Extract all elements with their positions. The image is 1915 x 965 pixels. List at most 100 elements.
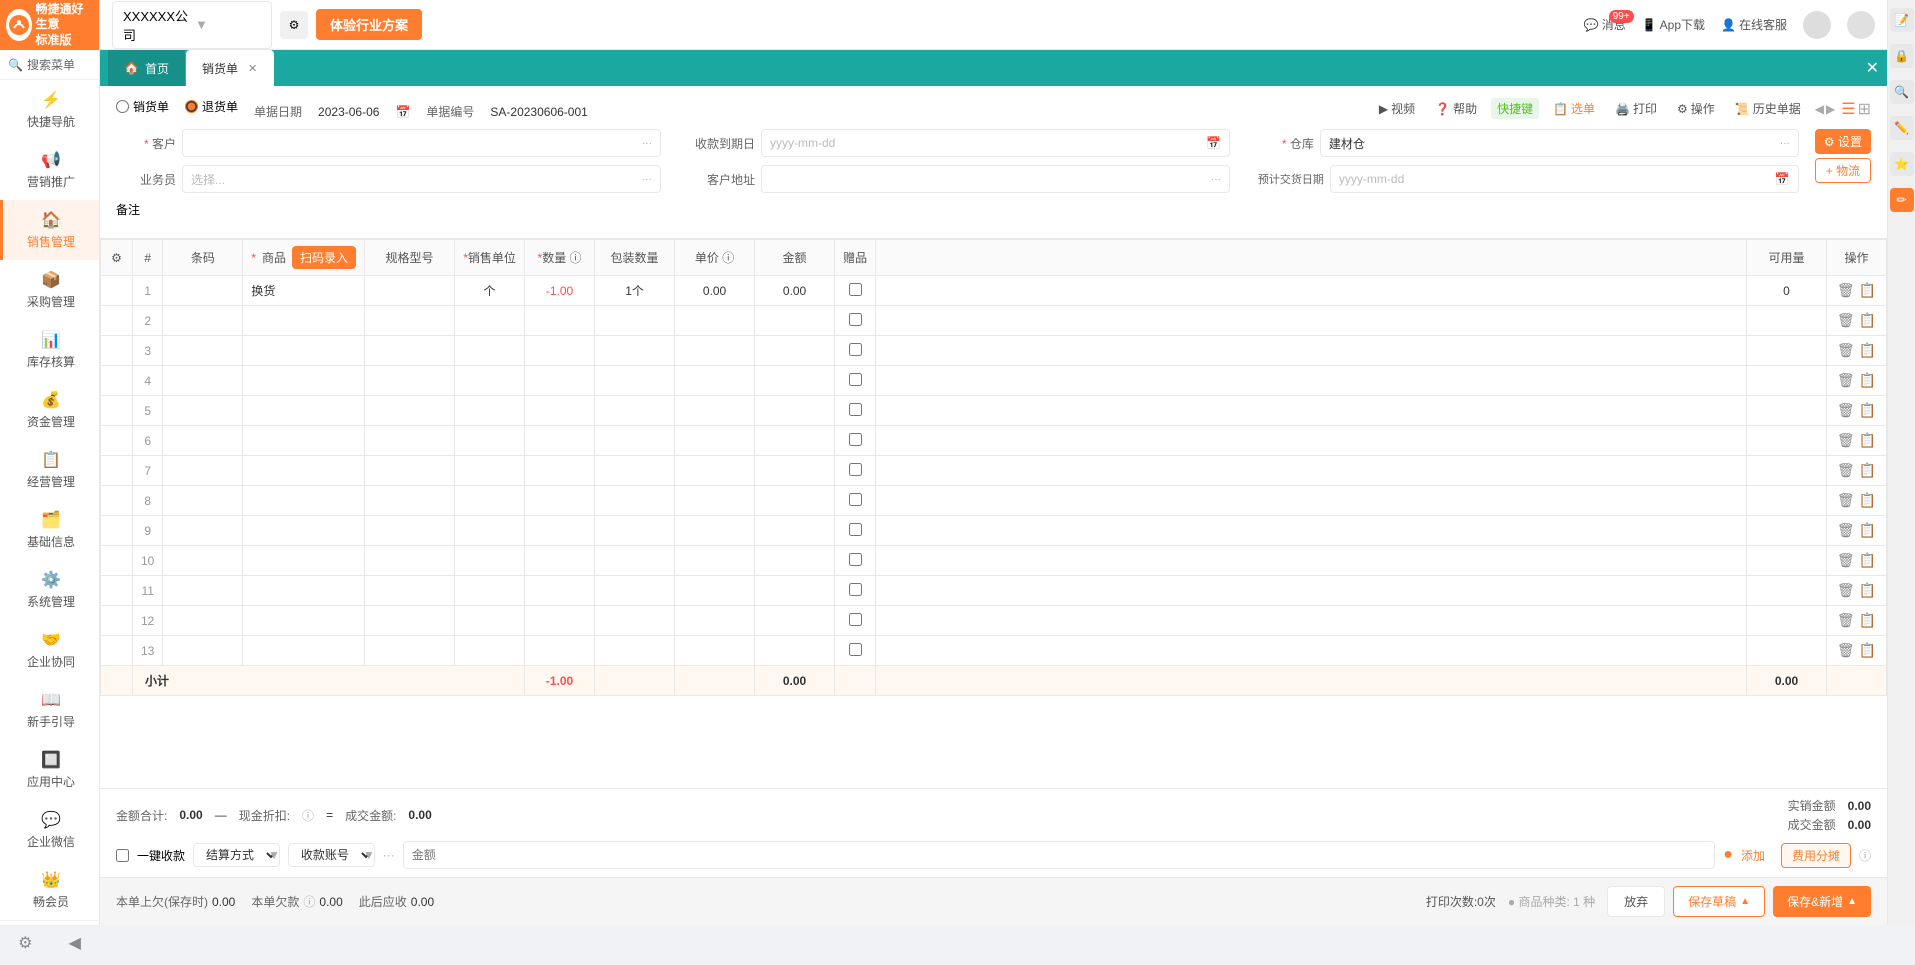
row-price-cell[interactable]: [675, 366, 755, 396]
row-barcode-cell[interactable]: [163, 606, 243, 636]
toolbar-shortcut[interactable]: 快捷键: [1491, 98, 1539, 119]
right-panel-btn-1[interactable]: 📝: [1890, 8, 1914, 32]
right-panel-btn-2[interactable]: 🔒: [1890, 44, 1914, 68]
row-unit-cell[interactable]: [455, 516, 525, 546]
row-product-cell[interactable]: [243, 456, 365, 486]
discard-button[interactable]: 放弃: [1607, 886, 1665, 917]
row-pkg-cell[interactable]: [595, 516, 675, 546]
row-unit-cell[interactable]: [455, 456, 525, 486]
user-avatar2[interactable]: [1847, 11, 1875, 39]
row-product-cell[interactable]: [243, 516, 365, 546]
row-price-cell[interactable]: [675, 456, 755, 486]
row-pkg-cell[interactable]: [595, 396, 675, 426]
row-unit-cell[interactable]: [455, 546, 525, 576]
sidebar-item-base[interactable]: 🗂️ 基础信息: [0, 500, 99, 560]
row-price-cell[interactable]: [675, 576, 755, 606]
copy-icon[interactable]: 📋: [1859, 372, 1876, 389]
row-pkg-cell[interactable]: [595, 636, 675, 666]
row-unit-cell[interactable]: [455, 306, 525, 336]
sidebar-item-finance[interactable]: 💰 资金管理: [0, 380, 99, 440]
copy-icon[interactable]: 📋: [1859, 312, 1876, 329]
copy-icon[interactable]: 📋: [1859, 402, 1876, 419]
row-product-cell[interactable]: [243, 426, 365, 456]
row-qty-cell[interactable]: [525, 426, 595, 456]
row-pkg-cell[interactable]: [595, 606, 675, 636]
delete-icon[interactable]: 🗑: [1837, 582, 1855, 599]
right-panel-btn-3[interactable]: 🔍: [1890, 80, 1914, 104]
right-panel-btn-6[interactable]: ✏: [1890, 188, 1914, 212]
row-barcode-cell[interactable]: [163, 486, 243, 516]
row-amount-cell[interactable]: [755, 336, 835, 366]
toolbar-help[interactable]: ❓ 帮助: [1429, 98, 1483, 119]
row-product-cell[interactable]: 换货: [243, 276, 365, 306]
row-product-cell[interactable]: [243, 576, 365, 606]
sidebar-collapse-icon[interactable]: ◀: [65, 929, 85, 957]
row-price-cell[interactable]: [675, 546, 755, 576]
copy-icon[interactable]: 📋: [1859, 642, 1876, 659]
row-qty-cell[interactable]: [525, 486, 595, 516]
tab-home[interactable]: 🏠 首页: [108, 50, 186, 86]
row-unit-cell[interactable]: [455, 636, 525, 666]
row-amount-cell[interactable]: [755, 576, 835, 606]
delete-icon[interactable]: 🗑: [1837, 552, 1855, 569]
row-barcode-cell[interactable]: [163, 306, 243, 336]
row-amount-cell[interactable]: [755, 606, 835, 636]
row-qty-cell[interactable]: [525, 576, 595, 606]
one-click-pay-checkbox[interactable]: [116, 849, 129, 862]
gift-checkbox[interactable]: [849, 283, 862, 296]
row-amount-cell[interactable]: [755, 516, 835, 546]
row-product-cell[interactable]: [243, 636, 365, 666]
row-pkg-cell[interactable]: [595, 576, 675, 606]
row-qty-cell[interactable]: [525, 636, 595, 666]
company-select[interactable]: XXXXXX公司 ▼: [112, 1, 272, 49]
message-button[interactable]: 💬 消息 99+: [1584, 16, 1626, 33]
gift-checkbox[interactable]: [849, 493, 862, 506]
toolbar-operations[interactable]: ⚙ 操作: [1671, 98, 1721, 119]
row-qty-cell[interactable]: [525, 516, 595, 546]
gift-checkbox[interactable]: [849, 613, 862, 626]
payment-amount-input[interactable]: [403, 841, 1715, 869]
sidebar-item-sales[interactable]: 🏠 销售管理: [0, 200, 99, 260]
row-qty-cell[interactable]: [525, 366, 595, 396]
row-unit-cell[interactable]: [455, 576, 525, 606]
row-spec-cell[interactable]: [365, 576, 455, 606]
save-draft-button[interactable]: 保存草稿 ▲: [1673, 886, 1765, 917]
prev-icon[interactable]: ◀: [1815, 102, 1824, 116]
next-icon[interactable]: ▶: [1826, 102, 1835, 116]
row-price-cell[interactable]: [675, 396, 755, 426]
row-barcode-cell[interactable]: [163, 456, 243, 486]
copy-icon[interactable]: 📋: [1859, 552, 1876, 569]
row-product-cell[interactable]: [243, 366, 365, 396]
row-qty-cell[interactable]: [525, 396, 595, 426]
row-amount-cell[interactable]: [755, 396, 835, 426]
sidebar-item-operation[interactable]: 📋 经营管理: [0, 440, 99, 500]
save-new-button[interactable]: 保存&新增 ▲: [1773, 886, 1871, 917]
row-amount-cell[interactable]: [755, 456, 835, 486]
close-all-tabs[interactable]: ✕: [1866, 58, 1879, 78]
expected-date-input[interactable]: yyyy-mm-dd 📅: [1330, 165, 1799, 193]
grid-view-icon[interactable]: ⊞: [1858, 99, 1871, 119]
sidebar-item-purchase[interactable]: 📦 采购管理: [0, 260, 99, 320]
tab-sales-order[interactable]: 销货单 ✕: [186, 50, 274, 86]
gift-checkbox[interactable]: [849, 373, 862, 386]
tab-close-icon[interactable]: ✕: [248, 62, 257, 75]
gift-checkbox[interactable]: [849, 313, 862, 326]
radio-sales[interactable]: 销货单: [116, 98, 169, 115]
row-unit-cell[interactable]: [455, 366, 525, 396]
radio-return[interactable]: 退货单: [185, 98, 238, 115]
row-amount-cell[interactable]: [755, 546, 835, 576]
sidebar-item-system[interactable]: ⚙️ 系统管理: [0, 560, 99, 620]
gift-checkbox[interactable]: [849, 403, 862, 416]
row-product-cell[interactable]: [243, 306, 365, 336]
settlement-method-select[interactable]: 结算方式: [193, 843, 280, 867]
row-unit-cell[interactable]: [455, 486, 525, 516]
row-barcode-cell[interactable]: [163, 516, 243, 546]
row-price-cell[interactable]: [675, 516, 755, 546]
sidebar-item-marketing[interactable]: 📢 营销推广: [0, 140, 99, 200]
sidebar-item-quick-nav[interactable]: ⚡ 快捷导航: [0, 80, 99, 140]
list-view-icon[interactable]: ☰: [1841, 99, 1855, 119]
row-qty-cell[interactable]: [525, 456, 595, 486]
payment-due-input[interactable]: yyyy-mm-dd 📅: [761, 129, 1230, 157]
row-product-cell[interactable]: [243, 396, 365, 426]
row-barcode-cell[interactable]: [163, 396, 243, 426]
